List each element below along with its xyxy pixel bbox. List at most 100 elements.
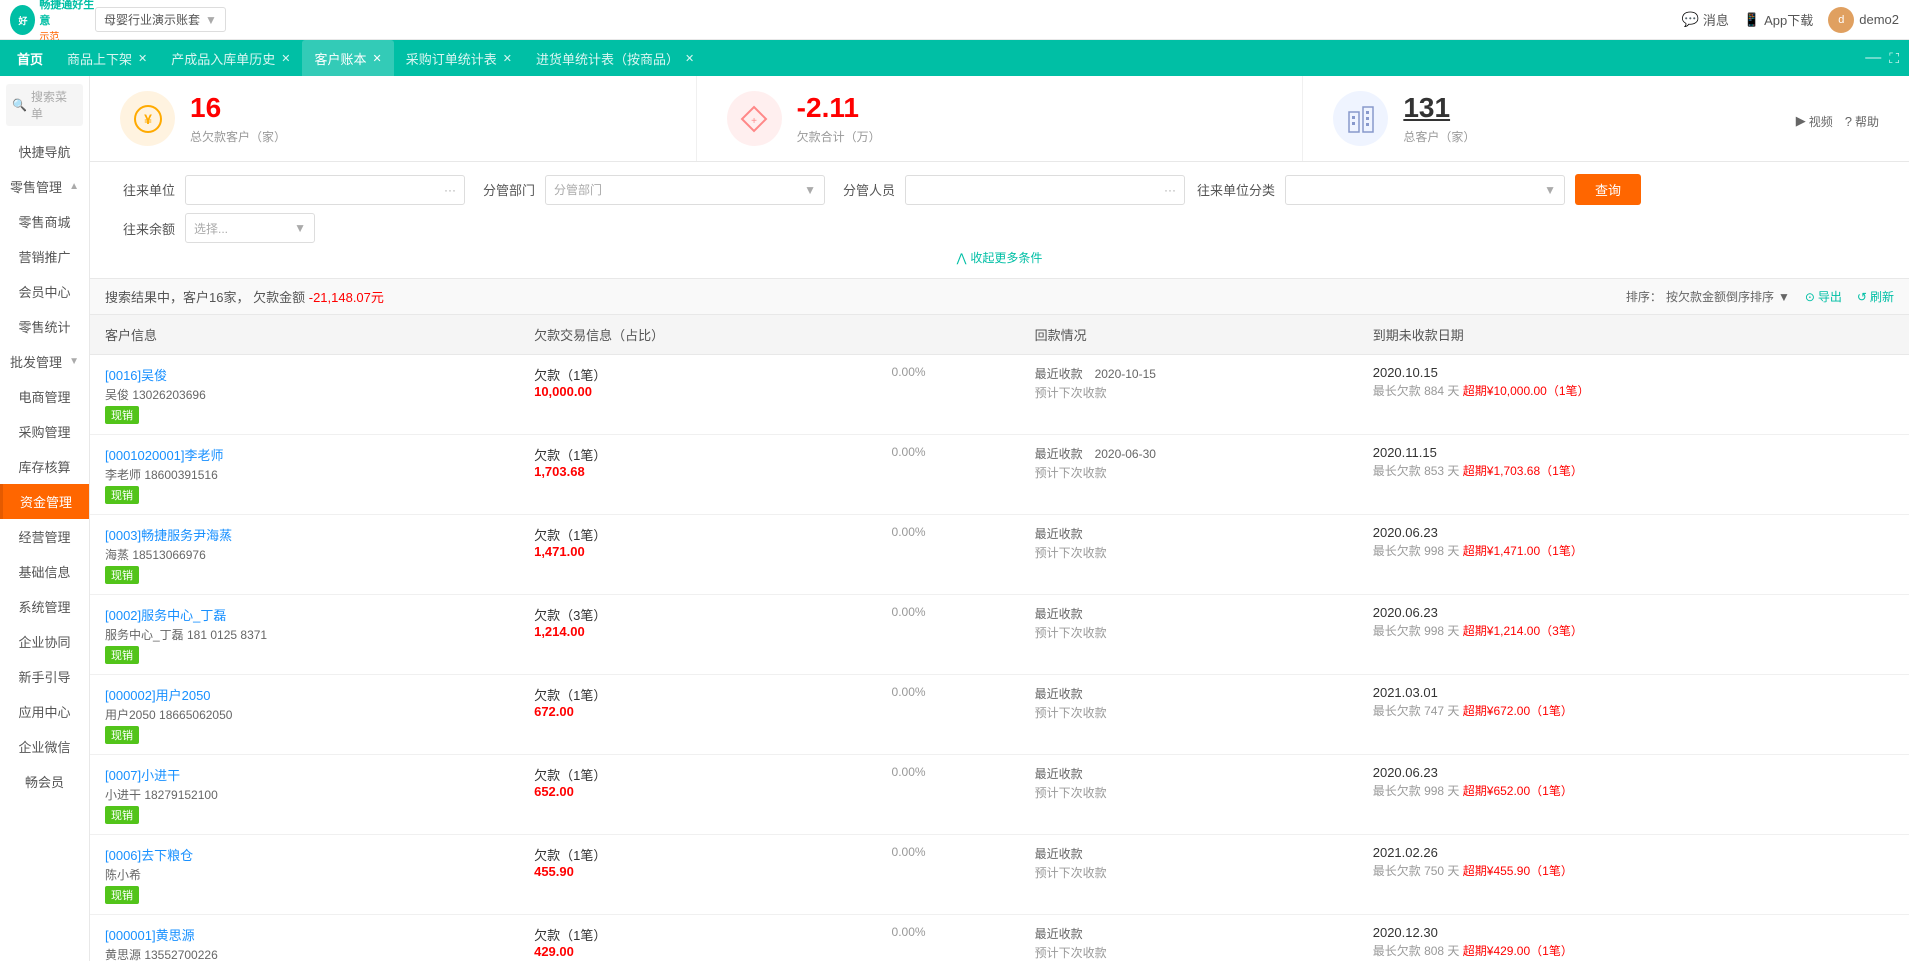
dept-select[interactable]: 分管部门 ▼: [545, 175, 825, 205]
unit-category-label: 往来单位分类: [1195, 180, 1275, 199]
stat-card-total-customers: 131 总客户（家） ▶ 视频 ? 帮助: [1303, 76, 1909, 161]
sidebar-item-retail-stats[interactable]: 零售统计: [0, 309, 89, 344]
sort-selector[interactable]: 排序： 按欠款金额倒序排序 ▼: [1626, 288, 1790, 305]
overdue-link[interactable]: 超期¥1,214.00（3笔）: [1463, 624, 1583, 638]
sidebar-item-ecommerce[interactable]: 电商管理: [0, 379, 89, 414]
due-date: 2020.06.23: [1373, 765, 1894, 780]
source-unit-input[interactable]: ···: [185, 175, 465, 205]
debt-amount[interactable]: 652.00: [534, 784, 861, 799]
nav-fullscreen-icon[interactable]: ⛶: [1889, 50, 1899, 67]
overdue-link[interactable]: 超期¥10,000.00（1笔）: [1463, 384, 1590, 398]
overdue-link[interactable]: 超期¥672.00（1笔）: [1463, 704, 1573, 718]
sidebar-item-retail-mgmt[interactable]: 零售管理 ▲: [0, 169, 89, 204]
overdue-link[interactable]: 超期¥652.00（1笔）: [1463, 784, 1573, 798]
customer-name[interactable]: [0006]去下粮仓: [105, 845, 504, 864]
sidebar-item-new-guide[interactable]: 新手引导: [0, 659, 89, 694]
customer-name[interactable]: [0016]吴俊: [105, 365, 504, 384]
customer-name[interactable]: [000002]用户2050: [105, 685, 504, 704]
phone-icon: 📱: [1744, 12, 1760, 28]
debt-amount[interactable]: 1,471.00: [534, 544, 861, 559]
balance-select[interactable]: 选择... ▼: [185, 213, 315, 243]
tab-close-goods[interactable]: ✕: [685, 52, 694, 65]
tab-purchase-stats[interactable]: 采购订单统计表 ✕: [394, 40, 524, 76]
filter-row-1: 往来单位 ··· 分管部门 分管部门 ▼ 分管人员 ···: [105, 174, 1894, 205]
stat-debt-customers-label: 总欠款客户（家）: [190, 128, 286, 145]
customer-tag: 现销: [105, 886, 139, 904]
user-avatar-area[interactable]: d demo2: [1828, 7, 1899, 33]
stat-icon-customers: [1333, 91, 1388, 146]
col-debt-ratio: [877, 315, 1020, 355]
customer-phone: 服务中心_丁磊 181 0125 8371: [105, 626, 504, 643]
debt-amount[interactable]: 1,214.00: [534, 624, 861, 639]
tab-close-inventory[interactable]: ✕: [281, 52, 290, 65]
col-debt-info: 欠款交易信息（占比）: [519, 315, 876, 355]
app-download-btn[interactable]: 📱 App下载: [1744, 10, 1813, 29]
overdue-info: 最长欠款 884 天 超期¥10,000.00（1笔）: [1373, 382, 1894, 399]
help-btn[interactable]: ? 帮助: [1845, 113, 1879, 130]
collapse-btn[interactable]: ⋀ 收起更多条件: [105, 249, 1894, 266]
debt-amount[interactable]: 455.90: [534, 864, 861, 879]
tab-close-ledger[interactable]: ✕: [373, 52, 382, 65]
overdue-link[interactable]: 超期¥1,471.00（1笔）: [1463, 544, 1583, 558]
sidebar-item-wholesale-mgmt[interactable]: 批发管理 ▼: [0, 344, 89, 379]
debt-amount[interactable]: 1,703.68: [534, 464, 861, 479]
debt-amount[interactable]: 10,000.00: [534, 384, 861, 399]
overdue-link[interactable]: 超期¥429.00（1笔）: [1463, 944, 1573, 958]
debt-ratio: 0.00%: [892, 525, 1005, 539]
due-date: 2020.10.15: [1373, 365, 1894, 380]
due-date: 2020.06.23: [1373, 605, 1894, 620]
video-btn[interactable]: ▶ 视频: [1796, 113, 1833, 130]
tab-goods-stats[interactable]: 进货单统计表（按商品） ✕: [524, 40, 706, 76]
sidebar-item-system-mgmt[interactable]: 系统管理: [0, 589, 89, 624]
tab-product-manage[interactable]: 商品上下架 ✕: [55, 40, 159, 76]
sidebar-search-area[interactable]: 🔍 搜索菜单: [0, 76, 89, 134]
company-selector[interactable]: 母婴行业演示账套 ▼: [95, 7, 226, 32]
customer-name[interactable]: [000001]黄思源: [105, 925, 504, 944]
sidebar-item-quick-nav[interactable]: 快捷导航: [0, 134, 89, 169]
logo: 好 畅捷通好生意 示范: [10, 0, 95, 43]
sidebar-item-app-center[interactable]: 应用中心: [0, 694, 89, 729]
content-area: ¥ 16 总欠款客户（家） +: [90, 76, 1909, 961]
sidebar-item-operation[interactable]: 经营管理: [0, 519, 89, 554]
tab-close-purchase[interactable]: ✕: [503, 52, 512, 65]
customer-name[interactable]: [0003]畅捷服务尹海蒸: [105, 525, 504, 544]
sidebar-item-chang-member[interactable]: 畅会员: [0, 764, 89, 799]
sidebar: 🔍 搜索菜单 快捷导航 零售管理 ▲ 零售商城 营销推广 会员中心 零售统计: [0, 76, 90, 961]
sidebar-item-member-center[interactable]: 会员中心: [0, 274, 89, 309]
export-btn[interactable]: ⊙ 导出: [1805, 288, 1842, 305]
unit-category-select[interactable]: ▼: [1285, 175, 1565, 205]
top-actions: 💬 消息 📱 App下载 d demo2: [1681, 7, 1899, 33]
table-body: [0016]吴俊 吴俊 13026203696 现销 欠款（1笔） 10,000…: [90, 355, 1909, 961]
debt-amount[interactable]: 672.00: [534, 704, 861, 719]
sidebar-item-purchase[interactable]: 采购管理: [0, 414, 89, 449]
manager-label: 分管人员: [835, 180, 895, 199]
message-btn[interactable]: 💬 消息: [1681, 10, 1728, 29]
nav-minimize-icon[interactable]: —: [1865, 49, 1881, 67]
sidebar-item-marketing[interactable]: 营销推广: [0, 239, 89, 274]
svg-text:好: 好: [17, 15, 27, 26]
results-info: 搜索结果中，客户16家， 欠款金额 -21,148.07元: [105, 287, 384, 306]
sidebar-search-box[interactable]: 🔍 搜索菜单: [6, 84, 83, 126]
customer-name[interactable]: [0002]服务中心_丁磊: [105, 605, 504, 624]
table-row: [0001020001]李老师 李老师 18600391516 现销 欠款（1笔…: [90, 435, 1909, 515]
tab-home[interactable]: 首页: [5, 40, 55, 76]
tab-customer-ledger[interactable]: 客户账本 ✕: [302, 40, 393, 76]
tab-close-product[interactable]: ✕: [138, 52, 147, 65]
tab-inventory-history[interactable]: 产成品入库单历史 ✕: [159, 40, 302, 76]
customer-name[interactable]: [0001020001]李老师: [105, 445, 504, 464]
sidebar-item-retail-mall[interactable]: 零售商城: [0, 204, 89, 239]
sidebar-item-inventory[interactable]: 库存核算: [0, 449, 89, 484]
query-button[interactable]: 查询: [1575, 174, 1641, 205]
refresh-btn[interactable]: ↺ 刷新: [1857, 288, 1894, 305]
source-unit-dots: ···: [444, 183, 456, 197]
help-icon: ?: [1845, 114, 1852, 129]
customer-name[interactable]: [0007]小进干: [105, 765, 504, 784]
sidebar-item-capital-mgmt[interactable]: 资金管理: [0, 484, 89, 519]
sidebar-item-basic-info[interactable]: 基础信息: [0, 554, 89, 589]
overdue-link[interactable]: 超期¥455.90（1笔）: [1463, 864, 1573, 878]
debt-amount[interactable]: 429.00: [534, 944, 861, 959]
sidebar-item-enterprise-wechat[interactable]: 企业微信: [0, 729, 89, 764]
sidebar-item-enterprise-collab[interactable]: 企业协同: [0, 624, 89, 659]
overdue-link[interactable]: 超期¥1,703.68（1笔）: [1463, 464, 1583, 478]
manager-input[interactable]: ···: [905, 175, 1185, 205]
